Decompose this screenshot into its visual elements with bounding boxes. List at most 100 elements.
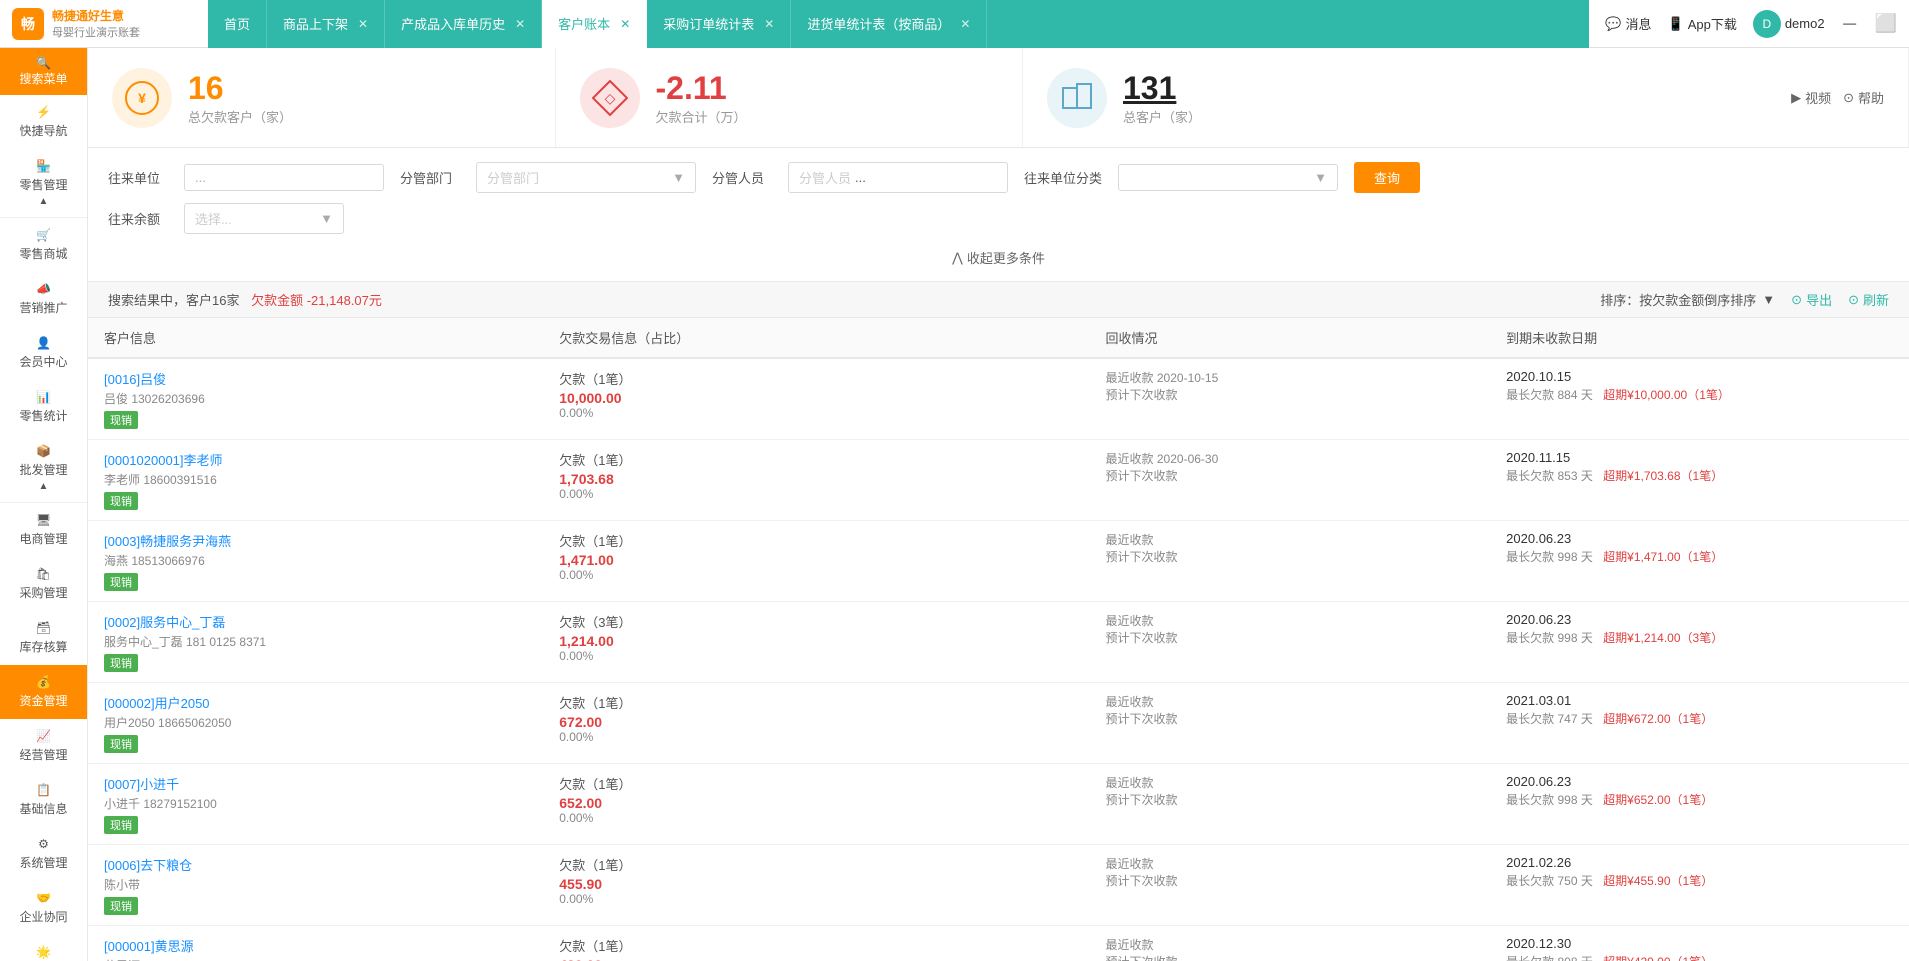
tab-purchase-order[interactable]: 采购订单统计表 ✕ xyxy=(647,0,791,48)
tab-home[interactable]: 首页 xyxy=(208,0,267,48)
debt-amount-7[interactable]: 429.00 xyxy=(559,957,1073,961)
overdue-amount-6[interactable]: 超期¥455.90（1笔） xyxy=(1603,874,1713,888)
debt-amount-4[interactable]: 672.00 xyxy=(559,714,1073,730)
help-action[interactable]: ⊙ 帮助 xyxy=(1843,88,1884,107)
debt-ratio-3: 0.00% xyxy=(559,649,1073,663)
sidebar-item-member[interactable]: 👤 会员中心 xyxy=(0,326,87,380)
customer-sub-5: 小进千 18279152100 xyxy=(104,795,527,812)
col-due-date: 到期未收款日期 xyxy=(1490,318,1909,358)
customer-name-3[interactable]: [0002]服务中心_丁磊 xyxy=(104,612,527,631)
tab-customer-account[interactable]: 客户账本 ✕ xyxy=(542,0,647,48)
overdue-days-4: 最长欠款 747 天 xyxy=(1506,712,1599,726)
results-actions: 排序：按欠款金额倒序排序 ▼ ⊙ 导出 ⊙ 刷新 xyxy=(1600,290,1889,309)
sidebar-item-retail-stats[interactable]: 📊 零售统计 xyxy=(0,380,87,434)
video-action[interactable]: ▶ 视频 xyxy=(1791,88,1831,107)
tab-customer-account-close[interactable]: ✕ xyxy=(620,17,630,31)
sidebar-item-ecommerce[interactable]: 🖥 电商管理 xyxy=(0,503,87,557)
collapse-button[interactable]: ⋀ 收起更多条件 xyxy=(108,244,1889,267)
debt-amount-2[interactable]: 1,471.00 xyxy=(559,552,1073,568)
tab-product-offline[interactable]: 商品上下架 ✕ xyxy=(267,0,385,48)
overdue-amount-3[interactable]: 超期¥1,214.00（3笔） xyxy=(1603,631,1723,645)
sidebar-item-nav[interactable]: ⚡ 快捷导航 xyxy=(0,95,87,149)
person-select[interactable]: 分管人员 ... xyxy=(788,162,1008,193)
sidebar-item-purchase[interactable]: 🛍 采购管理 xyxy=(0,557,87,611)
sidebar-item-inventory[interactable]: 🗃 库存核算 xyxy=(0,611,87,665)
debt-ratio-1: 0.00% xyxy=(559,487,1073,501)
export-button[interactable]: ⊙ 导出 xyxy=(1791,290,1832,309)
sidebar-item-retail-store[interactable]: 🛒 零售商城 xyxy=(0,218,87,272)
customer-name-1[interactable]: [0001020001]李老师 xyxy=(104,450,527,469)
refresh-button[interactable]: ⊙ 刷新 xyxy=(1848,290,1889,309)
customer-name-4[interactable]: [000002]用户2050 xyxy=(104,693,527,712)
tab-purchase-order-close[interactable]: ✕ xyxy=(764,17,774,31)
person-value: 分管人员 xyxy=(799,168,851,187)
sidebar-item-finance[interactable]: 💰 资金管理 xyxy=(0,665,87,719)
overdue-info-4: 最长欠款 747 天 超期¥672.00（1笔） xyxy=(1506,710,1893,727)
sidebar-item-new-guide[interactable]: 🌟 新手引导 xyxy=(0,935,87,961)
sidebar-search[interactable]: 🔍 搜索菜单 xyxy=(0,48,87,95)
tab-purchase-stats-close[interactable]: ✕ xyxy=(960,17,970,31)
overdue-amount-0[interactable]: 超期¥10,000.00（1笔） xyxy=(1603,388,1730,402)
overdue-amount-4[interactable]: 超期¥672.00（1笔） xyxy=(1603,712,1713,726)
sidebar-item-system[interactable]: ⚙ 系统管理 xyxy=(0,827,87,881)
due-cell-1: 2020.11.15 最长欠款 853 天 超期¥1,703.68（1笔） xyxy=(1490,440,1909,521)
overdue-days-1: 最长欠款 853 天 xyxy=(1506,469,1599,483)
refresh-label: 刷新 xyxy=(1863,290,1889,309)
system-icon: ⚙ xyxy=(38,837,49,851)
customer-name-6[interactable]: [0006]去下粮仓 xyxy=(104,855,527,874)
sidebar-item-inventory-label: 库存核算 xyxy=(19,638,67,655)
overdue-days-5: 最长欠款 998 天 xyxy=(1506,793,1599,807)
debt-amount-3[interactable]: 1,214.00 xyxy=(559,633,1073,649)
source-unit-input[interactable]: ... xyxy=(184,164,384,191)
overdue-amount-2[interactable]: 超期¥1,471.00（1笔） xyxy=(1603,550,1723,564)
customer-tag-2: 现销 xyxy=(104,573,138,591)
minimize-button[interactable]: － xyxy=(1841,11,1859,37)
col-recovery: 回收情况 xyxy=(1090,318,1491,358)
sidebar-item-batch-mgmt[interactable]: 📦 批发管理 ▲ xyxy=(0,434,87,502)
dept-select[interactable]: 分管部门 ▼ xyxy=(476,162,696,193)
export-icon: ⊙ xyxy=(1791,292,1802,308)
overdue-info-0: 最长欠款 884 天 超期¥10,000.00（1笔） xyxy=(1506,386,1893,403)
overdue-amount-7[interactable]: 超期¥429.00（1笔） xyxy=(1603,955,1713,961)
tab-purchase-history-close[interactable]: ✕ xyxy=(515,17,525,31)
tab-purchase-history[interactable]: 产成品入库单历史 ✕ xyxy=(385,0,542,48)
tab-purchase-stats[interactable]: 进货单统计表（按商品） ✕ xyxy=(791,0,987,48)
customer-name-5[interactable]: [0007]小进千 xyxy=(104,774,527,793)
debt-amount-6[interactable]: 455.90 xyxy=(559,876,1073,892)
query-button[interactable]: 查询 xyxy=(1354,162,1420,193)
balance-select[interactable]: 选择... ▼ xyxy=(184,203,344,234)
customer-cell-7: [000001]黄思源 黄思源 13552700226 现销 xyxy=(88,926,543,961)
next-payment-7: 预计下次收款 xyxy=(1106,953,1475,961)
sidebar-item-enterprise-collab[interactable]: 🤝 企业协同 xyxy=(0,881,87,935)
message-button[interactable]: 💬 消息 xyxy=(1605,14,1651,33)
app-download-button[interactable]: 📱 App下载 xyxy=(1668,14,1737,33)
debt-ratio-5: 0.00% xyxy=(559,811,1073,825)
recovery-cell-0: 最近收款 2020-10-15 预计下次收款 xyxy=(1090,358,1491,440)
customer-name-2[interactable]: [0003]畅捷服务尹海燕 xyxy=(104,531,527,550)
overdue-info-6: 最长欠款 750 天 超期¥455.90（1笔） xyxy=(1506,872,1893,889)
customer-name-7[interactable]: [000001]黄思源 xyxy=(104,936,527,955)
sidebar-item-retail-mgmt[interactable]: 🏪 零售管理 ▲ xyxy=(0,149,87,217)
debt-count-2: 欠款（1笔） xyxy=(559,531,1073,550)
overdue-days-7: 最长欠款 808 天 xyxy=(1506,955,1599,961)
unit-type-select[interactable]: ▼ xyxy=(1118,164,1338,191)
sidebar-item-retail-mgmt-label: 零售管理 xyxy=(19,176,67,193)
due-date-6: 2021.02.26 xyxy=(1506,855,1893,870)
sort-dropdown[interactable]: 排序：按欠款金额倒序排序 ▼ xyxy=(1600,290,1775,309)
sidebar-item-operations[interactable]: 📈 经营管理 xyxy=(0,719,87,773)
overdue-amount-1[interactable]: 超期¥1,703.68（1笔） xyxy=(1603,469,1723,483)
due-date-3: 2020.06.23 xyxy=(1506,612,1893,627)
sidebar-item-basic-info[interactable]: 📋 基础信息 xyxy=(0,773,87,827)
maximize-button[interactable]: ⬜ xyxy=(1875,13,1897,34)
customer-name-0[interactable]: [0016]吕俊 xyxy=(104,369,527,388)
debt-amount-1[interactable]: 1,703.68 xyxy=(559,471,1073,487)
source-unit-dots: ... xyxy=(195,170,206,185)
tab-product-offline-close[interactable]: ✕ xyxy=(358,17,368,31)
sidebar-item-nav-label: 快捷导航 xyxy=(19,122,67,139)
overdue-amount-5[interactable]: 超期¥652.00（1笔） xyxy=(1603,793,1713,807)
user-profile[interactable]: D demo2 xyxy=(1753,10,1825,38)
overdue-info-1: 最长欠款 853 天 超期¥1,703.68（1笔） xyxy=(1506,467,1893,484)
debt-amount-5[interactable]: 652.00 xyxy=(559,795,1073,811)
sidebar-item-marketing[interactable]: 📣 营销推广 xyxy=(0,272,87,326)
debt-amount-0[interactable]: 10,000.00 xyxy=(559,390,1073,406)
